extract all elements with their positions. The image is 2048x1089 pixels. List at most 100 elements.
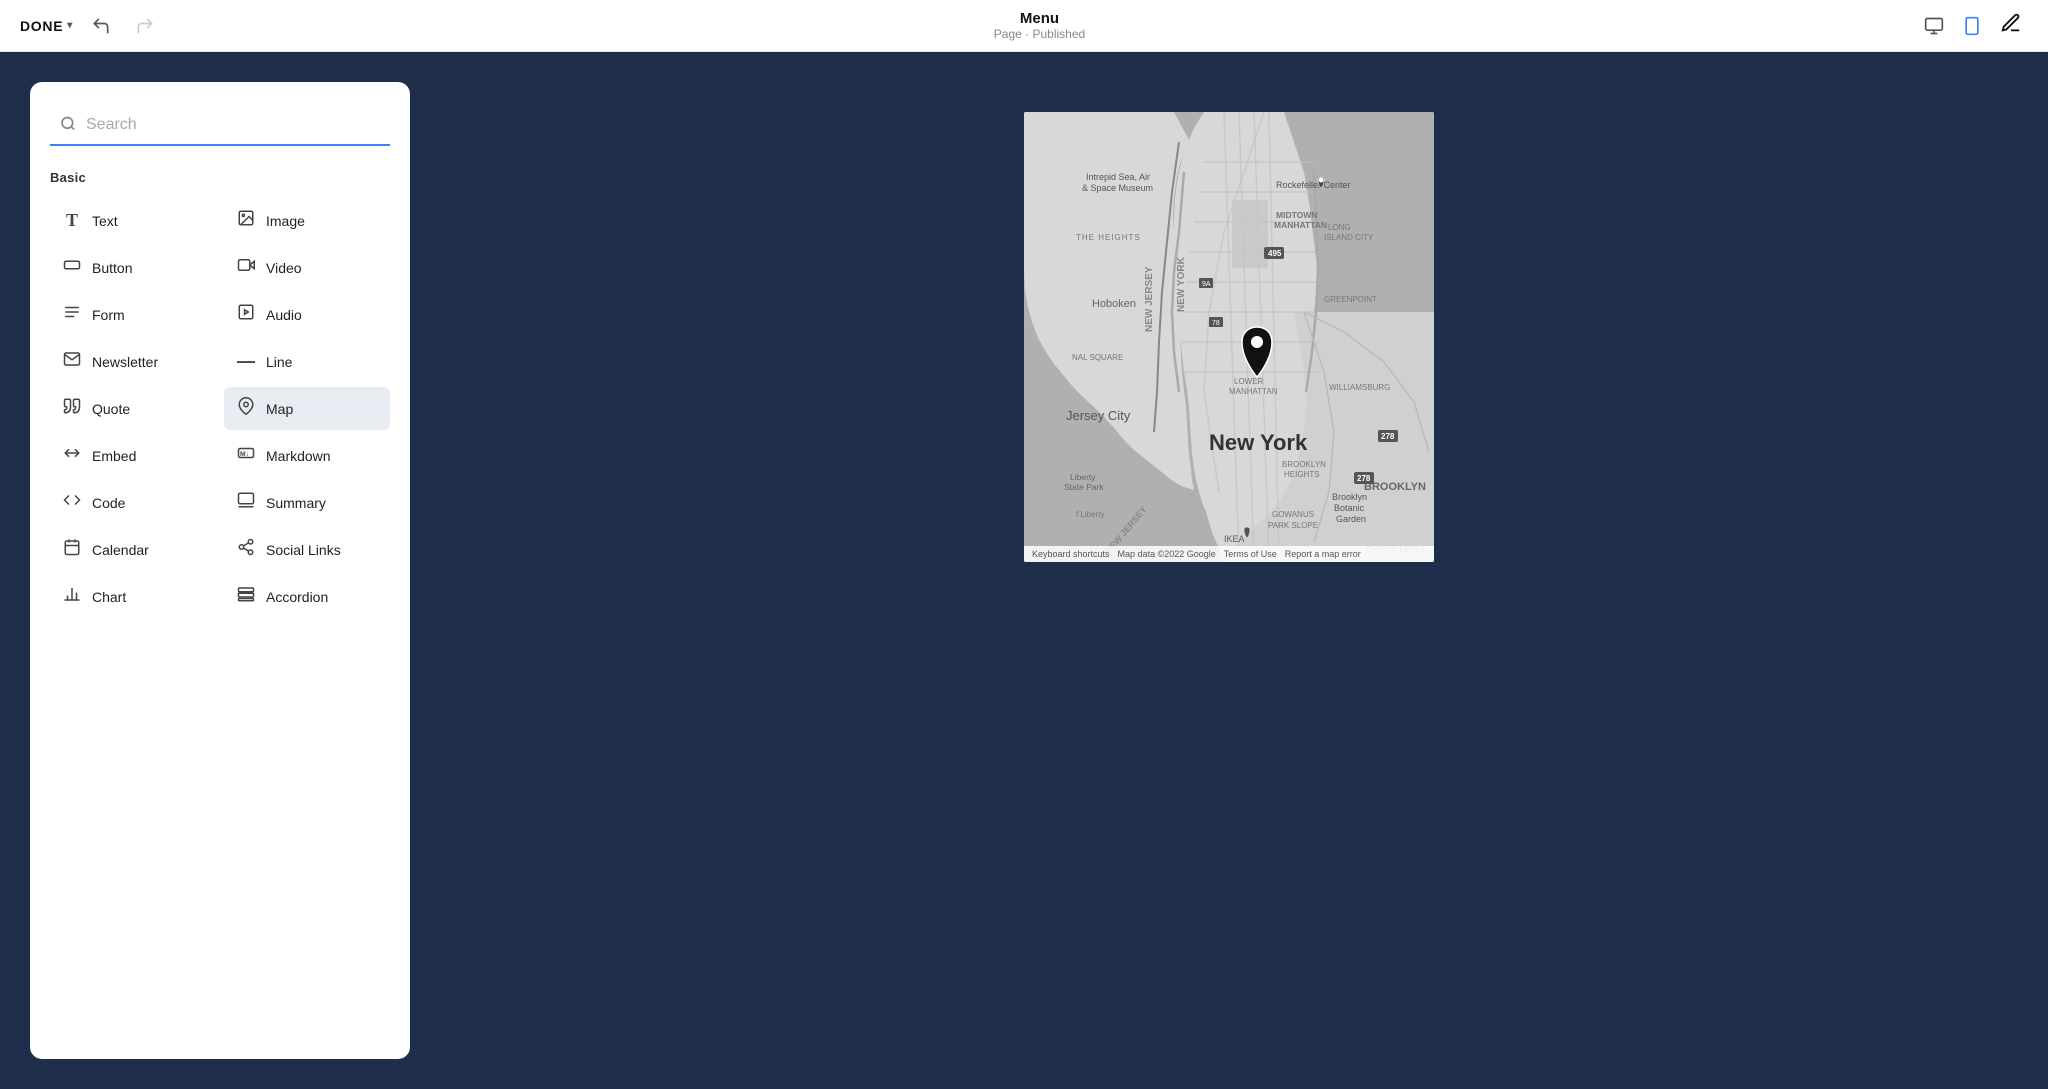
svg-text:GOWANUS: GOWANUS <box>1272 510 1314 519</box>
sidebar-item-quote[interactable]: Quote <box>50 387 216 430</box>
items-grid: T Text Image Button <box>50 199 390 618</box>
item-label-newsletter: Newsletter <box>92 354 158 370</box>
svg-text:THE HEIGHTS: THE HEIGHTS <box>1076 233 1141 242</box>
item-label-code: Code <box>92 495 125 511</box>
sidebar-item-markdown[interactable]: M↓ Markdown <box>224 434 390 477</box>
button-icon <box>62 256 82 279</box>
map-svg: Intrepid Sea, Air & Space Museum Rockefe… <box>1024 112 1434 562</box>
main-content: Basic T Text Image <box>0 52 2048 1089</box>
svg-text:78: 78 <box>1212 320 1220 327</box>
page-subtitle: Page · Published <box>994 27 1085 41</box>
item-label-embed: Embed <box>92 448 136 464</box>
markdown-icon: M↓ <box>236 444 256 467</box>
map-icon <box>236 397 256 420</box>
item-label-summary: Summary <box>266 495 326 511</box>
svg-text:MANHATTAN: MANHATTAN <box>1274 220 1327 230</box>
svg-text:NEW YORK: NEW YORK <box>1176 256 1187 312</box>
search-icon <box>60 116 76 137</box>
svg-text:GREENPOINT: GREENPOINT <box>1324 295 1377 304</box>
topbar: DONE ▾ Menu Page · Published <box>0 0 2048 52</box>
sidebar-item-newsletter[interactable]: Newsletter <box>50 340 216 383</box>
embed-icon <box>62 444 82 467</box>
sidebar-item-button[interactable]: Button <box>50 246 216 289</box>
section-label: Basic <box>50 170 390 185</box>
svg-text:State Park: State Park <box>1064 482 1104 492</box>
social-links-icon <box>236 538 256 561</box>
svg-text:MANHATTAN: MANHATTAN <box>1229 387 1278 396</box>
sidebar-item-line[interactable]: — Line <box>224 340 390 383</box>
quote-icon <box>62 397 82 420</box>
item-label-calendar: Calendar <box>92 542 149 558</box>
page-title: Menu <box>994 10 1085 27</box>
map-area: Intrepid Sea, Air & Space Museum Rockefe… <box>410 82 2048 1059</box>
topbar-right <box>1918 6 2028 45</box>
line-icon: — <box>236 351 256 372</box>
svg-text:Rockefeller Center: Rockefeller Center <box>1276 180 1351 190</box>
svg-text:PARK SLOPE: PARK SLOPE <box>1268 521 1318 530</box>
summary-icon <box>236 491 256 514</box>
redo-button[interactable] <box>129 10 161 42</box>
error-label[interactable]: Report a map error <box>1285 549 1361 559</box>
item-label-chart: Chart <box>92 589 126 605</box>
map-attribution: Keyboard shortcuts Map data ©2022 Google… <box>1024 546 1434 562</box>
sidebar-item-summary[interactable]: Summary <box>224 481 390 524</box>
svg-text:Jersey City: Jersey City <box>1066 408 1131 423</box>
calendar-icon <box>62 538 82 561</box>
sidebar-item-chart[interactable]: Chart <box>50 575 216 618</box>
item-label-markdown: Markdown <box>266 448 331 464</box>
svg-text:WILLIAMSBURG: WILLIAMSBURG <box>1329 383 1390 392</box>
svg-text:NEW JERSEY: NEW JERSEY <box>1144 266 1155 332</box>
svg-text:Hoboken: Hoboken <box>1092 298 1136 310</box>
item-label-accordion: Accordion <box>266 589 328 605</box>
search-wrapper <box>50 106 390 146</box>
chevron-down-icon: ▾ <box>67 20 73 31</box>
sidebar-item-accordion[interactable]: Accordion <box>224 575 390 618</box>
undo-button[interactable] <box>85 10 117 42</box>
sidebar-item-audio[interactable]: Audio <box>224 293 390 336</box>
newsletter-icon <box>62 350 82 373</box>
topbar-left: DONE ▾ <box>20 10 161 42</box>
svg-text:M↓: M↓ <box>240 451 249 458</box>
mobile-view-button[interactable] <box>1956 10 1988 42</box>
map-container: Intrepid Sea, Air & Space Museum Rockefe… <box>1024 112 1434 562</box>
audio-icon <box>236 303 256 326</box>
image-icon <box>236 209 256 232</box>
svg-text:BROOKLYN: BROOKLYN <box>1282 460 1326 469</box>
sidebar-item-form[interactable]: Form <box>50 293 216 336</box>
svg-text:Intrepid Sea, Air: Intrepid Sea, Air <box>1086 172 1150 182</box>
done-button[interactable]: DONE ▾ <box>20 18 73 34</box>
search-input[interactable] <box>50 106 390 146</box>
svg-text:9A: 9A <box>1202 281 1211 288</box>
svg-text:Botanic: Botanic <box>1334 503 1365 513</box>
svg-text:New York: New York <box>1209 430 1308 455</box>
svg-text:Garden: Garden <box>1336 514 1366 524</box>
item-label-button: Button <box>92 260 132 276</box>
svg-text:& Space Museum: & Space Museum <box>1082 183 1153 193</box>
svg-text:LOWER: LOWER <box>1234 377 1264 386</box>
sidebar-item-calendar[interactable]: Calendar <box>50 528 216 571</box>
svg-text:LONG: LONG <box>1328 223 1351 232</box>
sidebar-item-video[interactable]: Video <box>224 246 390 289</box>
terms-label[interactable]: Terms of Use <box>1224 549 1277 559</box>
svg-text:HEIGHTS: HEIGHTS <box>1284 470 1320 479</box>
pen-button[interactable] <box>1994 6 2028 45</box>
svg-text:NAL SQUARE: NAL SQUARE <box>1072 353 1123 362</box>
sidebar-item-code[interactable]: Code <box>50 481 216 524</box>
item-label-quote: Quote <box>92 401 130 417</box>
video-icon <box>236 256 256 279</box>
item-label-line: Line <box>266 354 292 370</box>
sidebar-item-map[interactable]: Map <box>224 387 390 430</box>
sidebar-panel: Basic T Text Image <box>30 82 410 1059</box>
done-label: DONE <box>20 18 63 34</box>
svg-text:MIDTOWN: MIDTOWN <box>1276 210 1317 220</box>
svg-text:Liberty: Liberty <box>1070 472 1096 482</box>
sidebar-item-embed[interactable]: Embed <box>50 434 216 477</box>
keyboard-shortcuts-link[interactable]: Keyboard shortcuts <box>1032 549 1110 559</box>
form-icon <box>62 303 82 326</box>
sidebar-item-text[interactable]: T Text <box>50 199 216 242</box>
sidebar-item-image[interactable]: Image <box>224 199 390 242</box>
sidebar-item-social-links[interactable]: Social Links <box>224 528 390 571</box>
accordion-icon <box>236 585 256 608</box>
desktop-view-button[interactable] <box>1918 10 1950 42</box>
item-label-social-links: Social Links <box>266 542 341 558</box>
